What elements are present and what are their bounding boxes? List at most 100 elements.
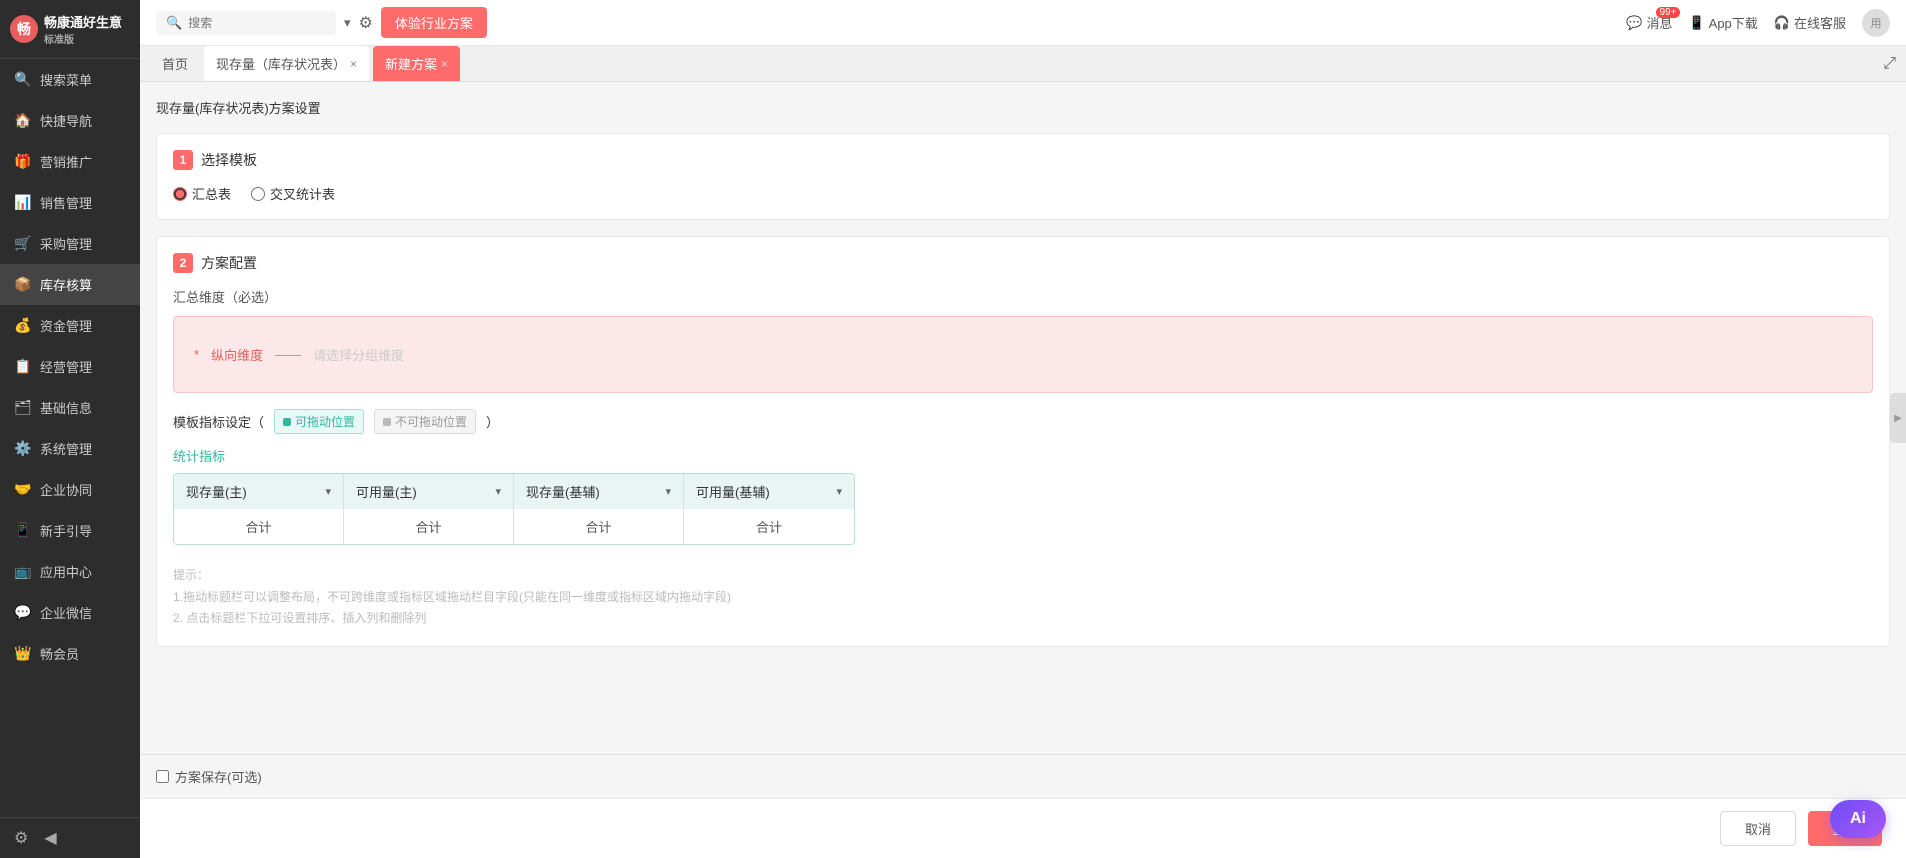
ai-fab[interactable]: Ai bbox=[1830, 800, 1886, 838]
sidebar-icon-newbie: 📱 bbox=[14, 522, 32, 540]
page-title: 现存量(库存状况表)方案设置 bbox=[156, 98, 1890, 117]
sidebar-item-purchase[interactable]: 🛒采购管理 bbox=[0, 223, 140, 264]
tab-home[interactable]: 首页 bbox=[150, 48, 200, 79]
tab-inventory-label: 现存量（库存状况表） bbox=[216, 54, 346, 73]
online-service-btn[interactable]: 🎧 在线客服 bbox=[1774, 13, 1846, 32]
bottom-actions: 取消 查询 bbox=[140, 798, 1906, 858]
sidebar-label-sales: 销售管理 bbox=[40, 193, 92, 212]
dimension-placeholder[interactable]: 请选择分组维度 bbox=[313, 345, 404, 364]
stats-col-name-2: 现存量(基辅) bbox=[526, 482, 600, 501]
message-btn[interactable]: 💬 消息 99+ bbox=[1626, 13, 1672, 32]
stats-section-label: 统计指标 bbox=[173, 446, 1873, 465]
sidebar-item-corp[interactable]: 🤝企业协同 bbox=[0, 469, 140, 510]
sidebar-label-basic: 基础信息 bbox=[40, 398, 92, 417]
dimension-field-label: 纵向维度 bbox=[211, 345, 263, 364]
save-checkbox-input[interactable] bbox=[156, 770, 169, 783]
sidebar-bottom: ⚙ ◀ bbox=[0, 817, 140, 858]
right-panel-toggle[interactable]: ▶ bbox=[1890, 393, 1906, 443]
logo-text: 畅康通好生意 bbox=[44, 12, 122, 31]
service-icon: 🎧 bbox=[1774, 15, 1790, 31]
page-footer: 方案保存(可选) bbox=[140, 754, 1906, 798]
message-icon: 💬 bbox=[1626, 15, 1642, 31]
search-input[interactable] bbox=[188, 16, 308, 30]
sidebar-item-newbie[interactable]: 📱新手引导 bbox=[0, 510, 140, 551]
sidebar-item-system[interactable]: ⚙️系统管理 bbox=[0, 428, 140, 469]
cancel-button[interactable]: 取消 bbox=[1720, 811, 1796, 846]
sidebar-icon-basic: 🗂 bbox=[14, 399, 32, 417]
tab-new-scheme[interactable]: 新建方案 × bbox=[373, 46, 460, 81]
sidebar-item-appstore[interactable]: 📺应用中心 bbox=[0, 551, 140, 592]
topbar-settings-icon[interactable]: ⚙ bbox=[359, 13, 373, 33]
template-settings: 模板指标设定（ 可拖动位置 不可拖动位置 ） bbox=[173, 409, 1873, 434]
sidebar-item-marketing[interactable]: 🎁营销推广 bbox=[0, 141, 140, 182]
sidebar-icon-member: 👑 bbox=[14, 645, 32, 663]
sidebar: 畅 畅康通好生意 标准版 🔍搜索菜单🏠快捷导航🎁营销推广📊销售管理🛒采购管理📦库… bbox=[0, 0, 140, 858]
section-scheme-config: 2 方案配置 汇总维度（必选） * 纵向维度 —— 请选择分组维度 模板指标设定… bbox=[156, 236, 1890, 647]
sidebar-icon-search: 🔍 bbox=[14, 71, 32, 89]
stats-col-chevron-1[interactable]: ▾ bbox=[495, 485, 501, 498]
step2-badge: 2 bbox=[173, 253, 193, 273]
tabs-bar: 首页 现存量（库存状况表） × 新建方案 × ⤢ bbox=[140, 46, 1906, 82]
radio-cross[interactable]: 交叉统计表 bbox=[251, 184, 335, 203]
stats-header-col-0[interactable]: 现存量(主) ▾ bbox=[174, 474, 344, 509]
sidebar-toggle-icon[interactable]: ◀ bbox=[44, 828, 56, 848]
sidebar-item-member[interactable]: 👑畅会员 bbox=[0, 633, 140, 674]
sidebar-item-inventory[interactable]: 📦库存核算 bbox=[0, 264, 140, 305]
topbar-right: 💬 消息 99+ 📱 App下载 🎧 在线客服 用 bbox=[1626, 9, 1890, 37]
save-label: 方案保存(可选) bbox=[175, 767, 262, 786]
sidebar-item-quicknav[interactable]: 🏠快捷导航 bbox=[0, 100, 140, 141]
stats-body-col-3: 合计 bbox=[684, 509, 854, 544]
sidebar-label-system: 系统管理 bbox=[40, 439, 92, 458]
ai-fab-label: Ai bbox=[1850, 810, 1866, 828]
topbar-dropdown[interactable]: ▾ bbox=[344, 15, 351, 31]
radio-summary-label: 汇总表 bbox=[192, 184, 231, 203]
sidebar-label-finance: 资金管理 bbox=[40, 316, 92, 335]
stats-col-chevron-3[interactable]: ▾ bbox=[836, 485, 842, 498]
sidebar-label-quicknav: 快捷导航 bbox=[40, 111, 92, 130]
stats-header-col-3[interactable]: 可用量(基辅)▾ bbox=[684, 474, 854, 509]
app-download-btn[interactable]: 📱 App下载 bbox=[1688, 13, 1757, 32]
tab-collapse-icon[interactable]: ⤢ bbox=[1883, 55, 1896, 73]
dimension-section-label: 汇总维度（必选） bbox=[173, 287, 1873, 306]
step1-header: 1 选择模板 bbox=[173, 150, 1873, 170]
stats-body-col-2: 合计 bbox=[514, 509, 684, 544]
radio-cross-label: 交叉统计表 bbox=[270, 184, 335, 203]
message-badge: 99+ bbox=[1656, 7, 1681, 18]
sidebar-icon-wechat: 💬 bbox=[14, 604, 32, 622]
stats-header-col-2[interactable]: 现存量(基辅) ▾ bbox=[514, 474, 684, 509]
topbar-left: 🔍 ▾ ⚙ 体验行业方案 bbox=[156, 7, 1614, 38]
sidebar-label-purchase: 采购管理 bbox=[40, 234, 92, 253]
sidebar-item-business[interactable]: 📋经营管理 bbox=[0, 346, 140, 387]
dimension-separator: —— bbox=[275, 347, 301, 362]
tab-inventory[interactable]: 现存量（库存状况表） × bbox=[204, 46, 369, 81]
sidebar-item-sales[interactable]: 📊销售管理 bbox=[0, 182, 140, 223]
stats-col-chevron-0[interactable]: ▾ bbox=[325, 485, 331, 498]
stats-col-name-0: 现存量(主) bbox=[186, 482, 247, 501]
draggable-label: 可拖动位置 bbox=[295, 413, 355, 430]
sidebar-item-basic[interactable]: 🗂 基础信息 bbox=[0, 387, 140, 428]
sidebar-item-wechat[interactable]: 💬 企业微信 bbox=[0, 592, 140, 633]
sidebar-icon-appstore: 📺 bbox=[14, 563, 32, 581]
sidebar-icon-business: 📋 bbox=[14, 358, 32, 376]
stats-table-body: 合计合计合计合计 bbox=[174, 509, 854, 544]
save-checkbox[interactable]: 方案保存(可选) bbox=[156, 767, 262, 786]
main-area: 🔍 ▾ ⚙ 体验行业方案 💬 消息 99+ 📱 App下载 🎧 在线客服 用 bbox=[140, 0, 1906, 858]
radio-summary[interactable]: 汇总表 bbox=[173, 184, 231, 203]
sidebar-nav: 🔍搜索菜单🏠快捷导航🎁营销推广📊销售管理🛒采购管理📦库存核算💰资金管理📋经营管理… bbox=[0, 59, 140, 817]
sidebar-item-finance[interactable]: 💰资金管理 bbox=[0, 305, 140, 346]
settings-icon[interactable]: ⚙ bbox=[14, 828, 28, 848]
sidebar-item-search[interactable]: 🔍搜索菜单 bbox=[0, 59, 140, 100]
sidebar-label-wechat: 企业微信 bbox=[40, 603, 92, 622]
logo-icon: 畅 bbox=[10, 15, 38, 43]
template-settings-label-end: ） bbox=[486, 412, 499, 431]
stats-table-header: 现存量(主)▾可用量(主)▾现存量(基辅)▾可用量(基辅)▾ bbox=[174, 474, 854, 509]
tab-new-scheme-close[interactable]: × bbox=[441, 57, 448, 71]
template-radio-group: 汇总表 交叉统计表 bbox=[173, 184, 1873, 203]
stats-col-chevron-2[interactable]: ▾ bbox=[665, 485, 671, 498]
stats-header-col-1[interactable]: 可用量(主)▾ bbox=[344, 474, 514, 509]
user-avatar[interactable]: 用 bbox=[1862, 9, 1890, 37]
tab-inventory-close[interactable]: × bbox=[350, 57, 357, 71]
app-download-label: App下载 bbox=[1709, 13, 1758, 32]
draggable-badge: 可拖动位置 bbox=[274, 409, 364, 434]
industry-btn[interactable]: 体验行业方案 bbox=[381, 7, 487, 38]
